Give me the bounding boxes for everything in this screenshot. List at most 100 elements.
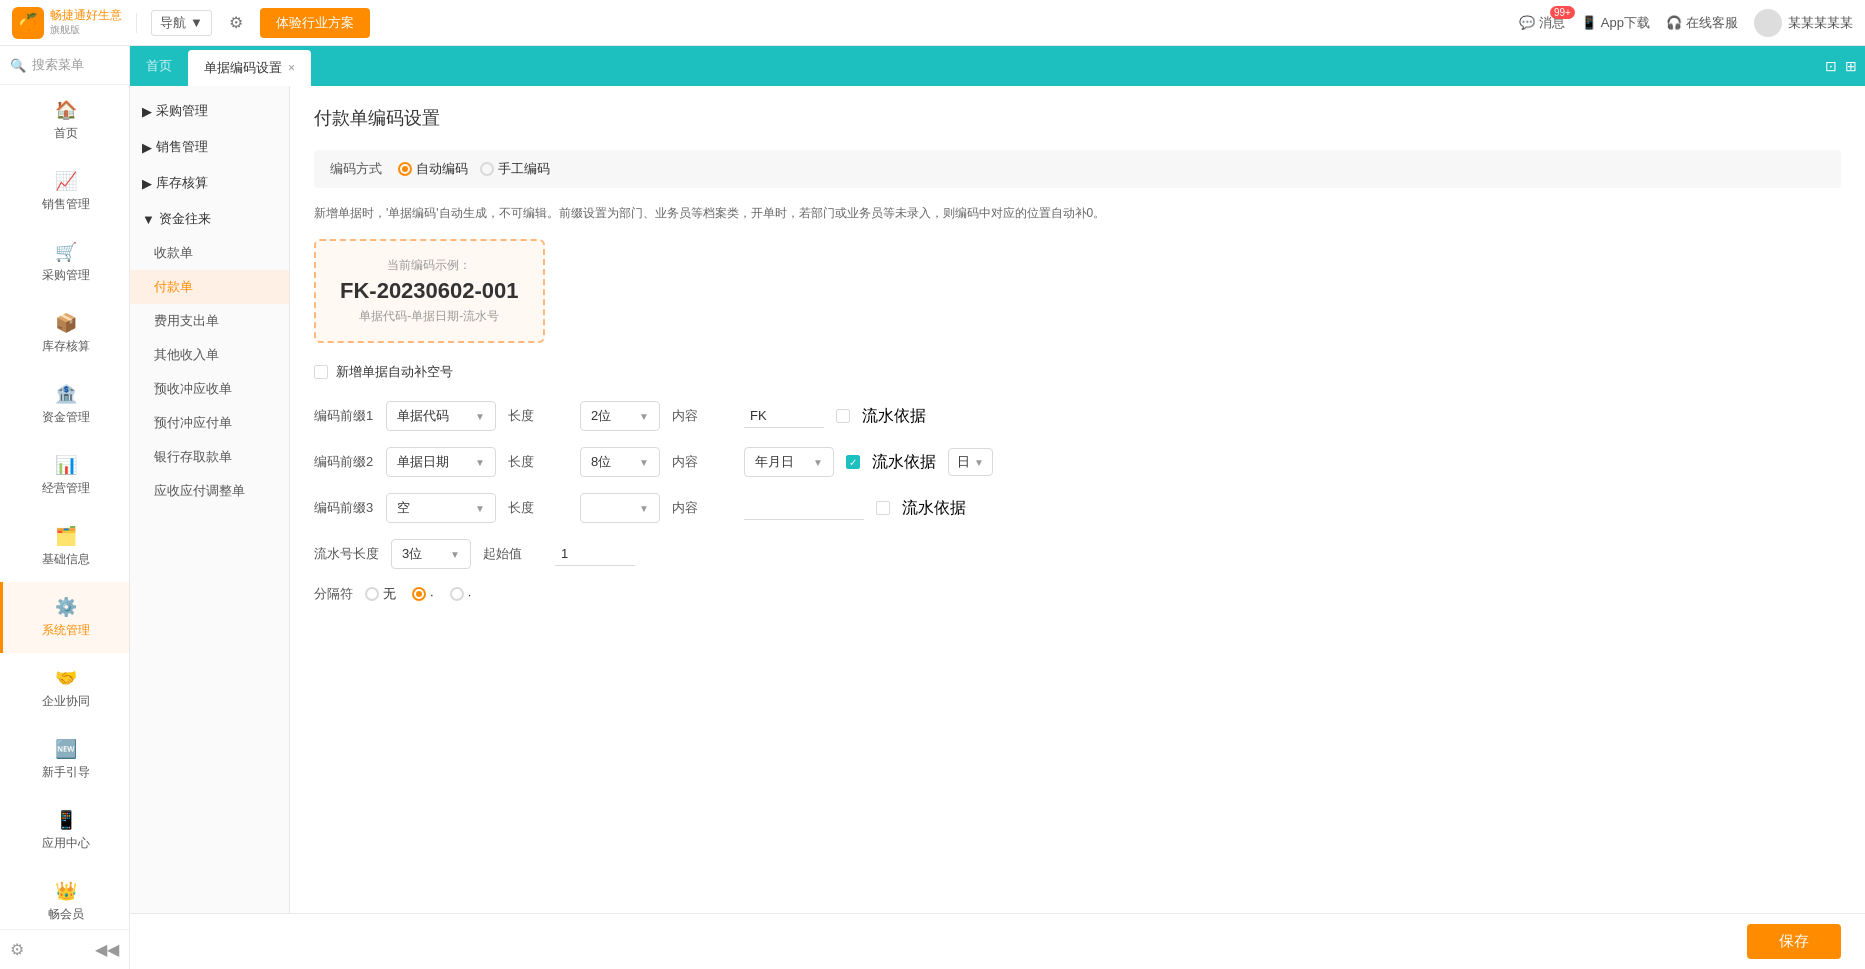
content3-input[interactable] xyxy=(744,496,864,520)
tab-home[interactable]: 首页 xyxy=(130,46,188,86)
search-menu[interactable]: 🔍 搜索菜单 xyxy=(0,46,129,85)
length1-label: 长度 xyxy=(508,407,568,425)
sidebar-item-cooperation[interactable]: 🤝 企业协同 xyxy=(0,653,129,724)
sep-dot-option[interactable]: · xyxy=(412,587,434,602)
chevron-icon2: ▼ xyxy=(639,411,649,422)
finance-icon: 🏦 xyxy=(55,383,77,405)
settings-icon[interactable]: ⚙ xyxy=(222,9,250,37)
sidebar-item-guide[interactable]: 🆕 新手引导 xyxy=(0,724,129,795)
svg-point-5 xyxy=(416,591,422,597)
main-layout: 🔍 搜索菜单 🏠 首页 📈 销售管理 🛒 采购管理 📦 库存核算 🏦 xyxy=(0,46,1865,969)
stream2-unit-select[interactable]: 日 ▼ xyxy=(948,448,993,476)
length2-select[interactable]: 8位 ▼ xyxy=(580,447,660,477)
collapse-icon[interactable]: ◀◀ xyxy=(95,940,119,959)
basic-icon: 🗂️ xyxy=(55,525,77,547)
online-service-button[interactable]: 🎧 在线客服 xyxy=(1666,14,1738,32)
start-value-input[interactable] xyxy=(555,542,635,566)
sec-item-other-income[interactable]: 其他收入单 xyxy=(130,338,289,372)
industry-button[interactable]: 体验行业方案 xyxy=(260,8,370,38)
sep-none-option[interactable]: 无 xyxy=(365,585,396,603)
sec-group-finance: ▼ 资金往来 收款单 付款单 费用支出单 其他收入单 预收冲应收单 预付冲应付单… xyxy=(130,202,289,508)
sidebar-item-member[interactable]: 👑 畅会员 xyxy=(0,866,129,929)
sec-item-prepaid-recv[interactable]: 预收冲应收单 xyxy=(130,372,289,406)
manual-encode-option[interactable]: 手工编码 xyxy=(480,160,550,178)
sidebar: 🔍 搜索菜单 🏠 首页 📈 销售管理 🛒 采购管理 📦 库存核算 🏦 xyxy=(0,46,130,969)
prefix1-select[interactable]: 单据代码 ▼ xyxy=(386,401,496,431)
maximize-icon[interactable]: ⊞ xyxy=(1845,58,1857,74)
search-icon: 🔍 xyxy=(10,58,26,73)
logo-icon: 🍊 xyxy=(12,7,44,39)
chevron-icon4: ▼ xyxy=(639,457,649,468)
sidebar-item-apps[interactable]: 📱 应用中心 xyxy=(0,795,129,866)
top-bar-right: 💬 消息 99+ 📱 App下载 🎧 在线客服 某某某某某 xyxy=(1519,9,1853,37)
sidebar-item-operation[interactable]: 📊 经营管理 xyxy=(0,440,129,511)
save-button[interactable]: 保存 xyxy=(1747,924,1841,959)
chevron-icon8: ▼ xyxy=(639,503,649,514)
sec-item-receipt[interactable]: 收款单 xyxy=(130,236,289,270)
sec-group-finance-header[interactable]: ▼ 资金往来 xyxy=(130,202,289,236)
minimize-icon[interactable]: ⊡ xyxy=(1825,58,1837,74)
length3-select[interactable]: ▼ xyxy=(580,493,660,523)
sec-item-payment[interactable]: 付款单 xyxy=(130,270,289,304)
separator-label: 分隔符 xyxy=(314,585,353,603)
prefix3-select[interactable]: 空 ▼ xyxy=(386,493,496,523)
app-download-button[interactable]: 📱 App下载 xyxy=(1581,14,1650,32)
logo-text: 畅捷通好生意 xyxy=(50,8,122,24)
sidebar-item-purchase[interactable]: 🛒 采购管理 xyxy=(0,227,129,298)
length2-label: 长度 xyxy=(508,453,568,471)
serial-length-select[interactable]: 3位 ▼ xyxy=(391,539,471,569)
sidebar-item-sales[interactable]: 📈 销售管理 xyxy=(0,156,129,227)
sidebar-item-basic[interactable]: 🗂️ 基础信息 xyxy=(0,511,129,582)
sec-item-adjust[interactable]: 应收应付调整单 xyxy=(130,474,289,508)
sec-group-purchase: ▶ 采购管理 xyxy=(130,94,289,128)
member-icon: 👑 xyxy=(55,880,77,902)
encode-type-label: 编码方式 xyxy=(330,160,382,178)
encode-type-row: 编码方式 自动编码 xyxy=(314,150,1841,188)
sec-item-expense[interactable]: 费用支出单 xyxy=(130,304,289,338)
stream3-checkbox[interactable] xyxy=(876,501,890,515)
stream1-checkbox[interactable] xyxy=(836,409,850,423)
sep-dash-radio xyxy=(450,587,464,601)
svg-point-6 xyxy=(451,588,463,600)
prefix3-label: 编码前缀3 xyxy=(314,499,374,517)
secondary-sidebar: ▶ 采购管理 ▶ 销售管理 ▶ 库存核算 xyxy=(130,86,290,913)
settings-bottom-icon[interactable]: ⚙ xyxy=(10,940,24,959)
separator-options: 无 · xyxy=(365,585,471,603)
tab-close-icon[interactable]: × xyxy=(288,61,295,75)
chevron-icon3: ▼ xyxy=(475,457,485,468)
serial-length-label: 流水号长度 xyxy=(314,545,379,563)
stream3-label: 流水依据 xyxy=(902,498,966,519)
content2-select[interactable]: 年月日 ▼ xyxy=(744,447,834,477)
top-bar: 🍊 畅捷通好生意 旗舰版 导航 ▼ ⚙ 体验行业方案 💬 消息 99+ 📱 Ap… xyxy=(0,0,1865,46)
sidebar-item-finance[interactable]: 🏦 资金管理 xyxy=(0,369,129,440)
user-info[interactable]: 某某某某某 xyxy=(1754,9,1853,37)
content-area: ▶ 采购管理 ▶ 销售管理 ▶ 库存核算 xyxy=(130,86,1865,913)
auto-encode-option[interactable]: 自动编码 xyxy=(398,160,468,178)
avatar xyxy=(1754,9,1782,37)
tab-current[interactable]: 单据编码设置 × xyxy=(188,50,311,86)
purchase-icon: 🛒 xyxy=(55,241,77,263)
tab-bar: 首页 单据编码设置 × ⊡ ⊞ xyxy=(130,46,1865,86)
sec-group-inventory-header[interactable]: ▶ 库存核算 xyxy=(130,166,289,200)
prefix2-select[interactable]: 单据日期 ▼ xyxy=(386,447,496,477)
sec-item-prepaid-pay[interactable]: 预付冲应付单 xyxy=(130,406,289,440)
sec-item-bank[interactable]: 银行存取款单 xyxy=(130,440,289,474)
stream2-checkbox[interactable]: ✓ xyxy=(846,455,860,469)
sidebar-item-home[interactable]: 🏠 首页 xyxy=(0,85,129,156)
length1-select[interactable]: 2位 ▼ xyxy=(580,401,660,431)
content1-input[interactable] xyxy=(744,404,824,428)
sidebar-item-system[interactable]: ⚙️ 系统管理 xyxy=(0,582,129,653)
sec-group-purchase-header[interactable]: ▶ 采购管理 xyxy=(130,94,289,128)
message-button[interactable]: 💬 消息 99+ xyxy=(1519,14,1565,32)
operation-icon: 📊 xyxy=(55,454,77,476)
nav-dropdown[interactable]: 导航 ▼ xyxy=(151,10,212,36)
length3-label: 长度 xyxy=(508,499,568,517)
sidebar-item-inventory[interactable]: 📦 库存核算 xyxy=(0,298,129,369)
auto-fill-checkbox[interactable] xyxy=(314,365,328,379)
preview-desc: 单据代码-单据日期-流水号 xyxy=(340,308,519,325)
sec-group-sales-header[interactable]: ▶ 销售管理 xyxy=(130,130,289,164)
sep-dash-option[interactable]: · xyxy=(450,587,472,602)
chevron-right-icon3: ▶ xyxy=(142,176,152,191)
right-area: 首页 单据编码设置 × ⊡ ⊞ ▶ 采购管理 xyxy=(130,46,1865,969)
sep-none-radio xyxy=(365,587,379,601)
